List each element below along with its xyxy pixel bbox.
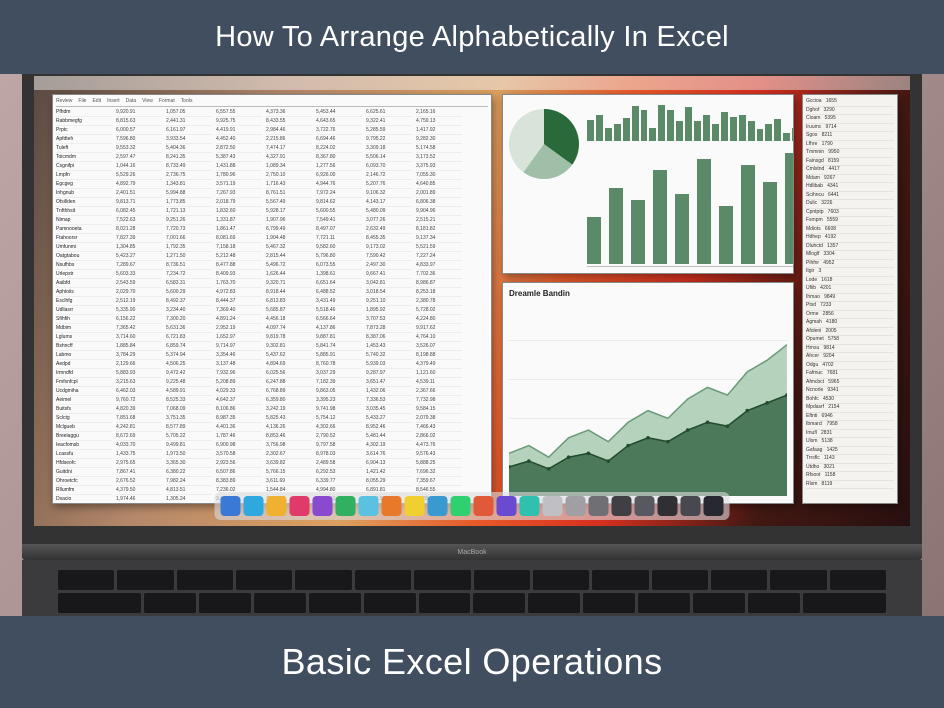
dock-app-15 — [566, 496, 586, 516]
dock-app-14 — [543, 496, 563, 516]
dock-app-3 — [290, 496, 310, 516]
title-band: How To Arrange Alphabetically In Excel — [0, 0, 944, 74]
chart-title: Dreamle Bandin — [509, 289, 787, 298]
spreadsheet-window: ReviewFileEditInsertDataViewFormatTools … — [52, 94, 492, 504]
data-list-window: Gccioa 1655Dghof 3290Cioam 5395Iruumc 97… — [802, 94, 898, 504]
dock-app-5 — [336, 496, 356, 516]
dock-app-6 — [359, 496, 379, 516]
laptop-screen: ReviewFileEditInsertDataViewFormatTools … — [22, 74, 922, 544]
dock-app-10 — [451, 496, 471, 516]
laptop-keyboard — [22, 560, 922, 616]
dock-app-0 — [221, 496, 241, 516]
dock-app-9 — [428, 496, 448, 516]
dock-app-19 — [658, 496, 678, 516]
dock-app-17 — [612, 496, 632, 516]
page-subtitle: Basic Excel Operations — [282, 641, 663, 683]
charts-window-bottom: Dreamle Bandin — [502, 282, 794, 504]
dock-app-4 — [313, 496, 333, 516]
hero-scene: ReviewFileEditInsertDataViewFormatTools … — [0, 74, 944, 616]
subtitle-band: Basic Excel Operations — [0, 616, 944, 708]
dock-app-21 — [704, 496, 724, 516]
pie-chart — [509, 109, 579, 179]
spreadsheet-grid: PfhdmRabbmegfgPrptcApfdtehTuleftToicmdmC… — [56, 109, 488, 504]
laptop-brand-label: MacBook — [457, 549, 486, 556]
charts-window-top — [502, 94, 794, 274]
mini-bar-chart — [587, 101, 794, 141]
dock-app-18 — [635, 496, 655, 516]
bar-chart — [587, 147, 794, 267]
macos-dock — [215, 492, 730, 520]
dock-app-13 — [520, 496, 540, 516]
dock-app-8 — [405, 496, 425, 516]
dock-app-11 — [474, 496, 494, 516]
laptop-hinge: MacBook — [22, 544, 922, 560]
dock-app-1 — [244, 496, 264, 516]
dock-app-16 — [589, 496, 609, 516]
macos-menubar — [34, 76, 910, 90]
page-title: How To Arrange Alphabetically In Excel — [215, 21, 729, 54]
dock-app-12 — [497, 496, 517, 516]
area-chart — [509, 302, 787, 496]
desktop-wallpaper: ReviewFileEditInsertDataViewFormatTools … — [34, 76, 910, 526]
spreadsheet-toolbar: ReviewFileEditInsertDataViewFormatTools — [56, 98, 488, 107]
dock-app-2 — [267, 496, 287, 516]
dock-app-7 — [382, 496, 402, 516]
dock-app-20 — [681, 496, 701, 516]
laptop: ReviewFileEditInsertDataViewFormatTools … — [22, 74, 922, 616]
